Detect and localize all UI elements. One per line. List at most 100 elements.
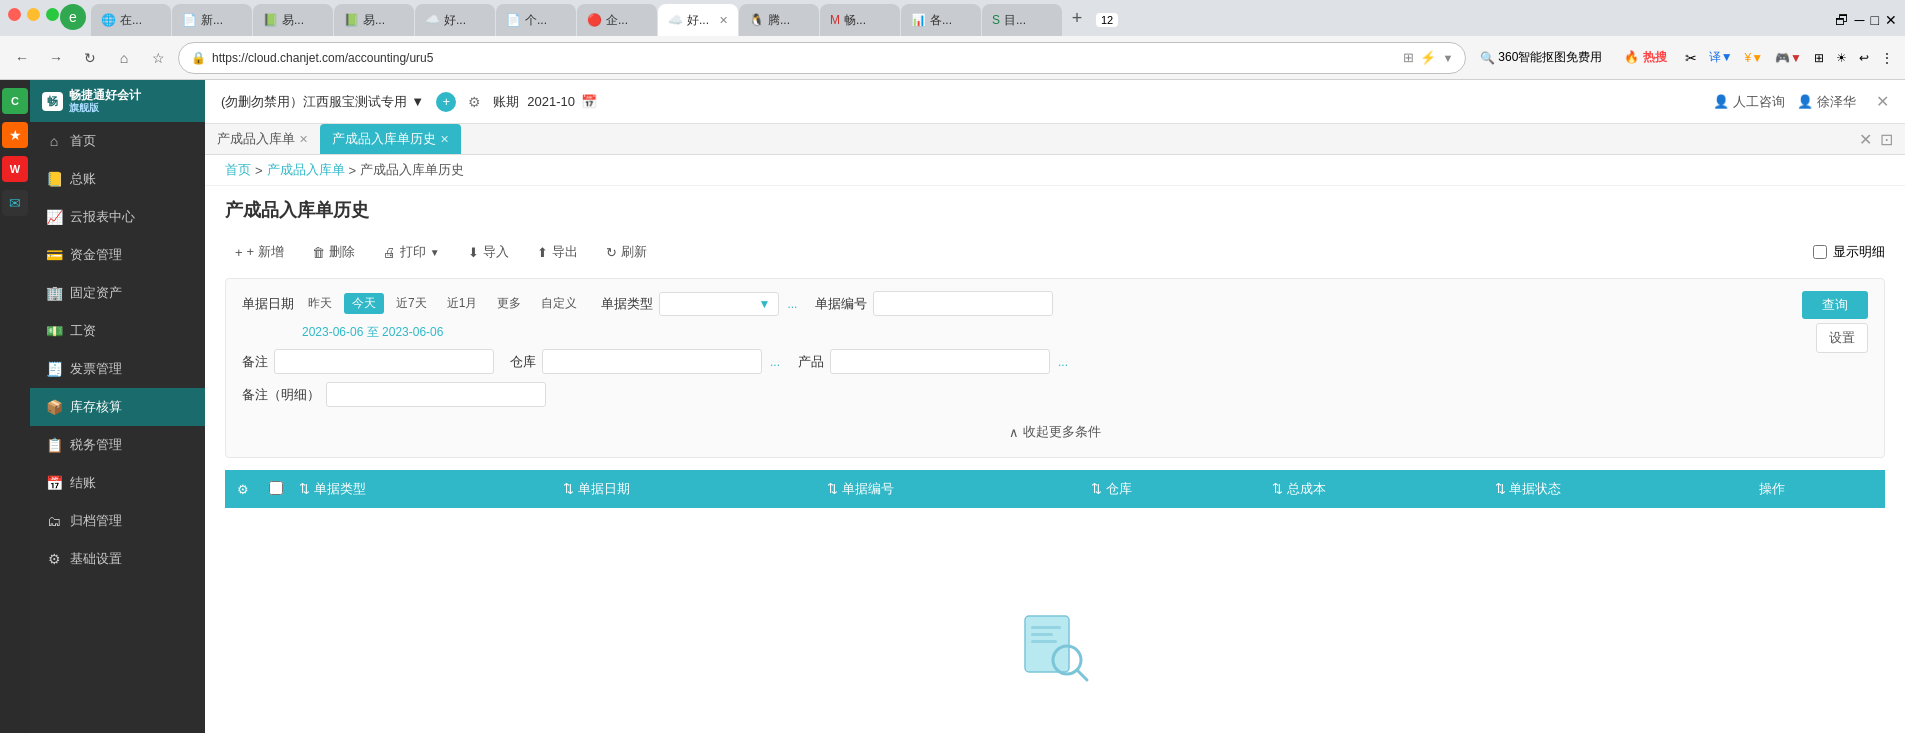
- select-all-checkbox[interactable]: [269, 481, 283, 495]
- export-button[interactable]: ⬆ 导出: [527, 238, 588, 266]
- panel-close-button[interactable]: ✕: [1876, 92, 1889, 111]
- browser-tab-10[interactable]: M 畅...: [820, 4, 900, 36]
- breadcrumb-home[interactable]: 首页: [225, 161, 251, 179]
- sidebar-item-settings[interactable]: ⚙ 基础设置: [30, 540, 205, 578]
- browser-tab-9[interactable]: 🐧 腾...: [739, 4, 819, 36]
- browser-tab-2[interactable]: 📄 新...: [172, 4, 252, 36]
- th-checkbox-col[interactable]: [261, 470, 291, 508]
- th-date[interactable]: ⇅ 单据日期: [555, 470, 819, 508]
- show-fields-checkbox[interactable]: [1813, 245, 1827, 259]
- breadcrumb-list[interactable]: 产成品入库单: [267, 161, 345, 179]
- company-selector[interactable]: (勿删勿禁用）江西服宝测试专用 ▼: [221, 93, 424, 111]
- bookmark-button[interactable]: ☆: [144, 44, 172, 72]
- yesterday-btn[interactable]: 昨天: [300, 293, 340, 314]
- th-warehouse[interactable]: ⇅ 仓库: [1083, 470, 1264, 508]
- warehouse-filter-input[interactable]: [542, 349, 762, 374]
- dropdown-icon[interactable]: ▼: [1442, 52, 1453, 64]
- delete-button[interactable]: 🗑 删除: [302, 238, 365, 266]
- browser-tab-11[interactable]: 📊 各...: [901, 4, 981, 36]
- maximize-icon[interactable]: □: [1871, 12, 1879, 28]
- tab8-close[interactable]: ✕: [719, 14, 728, 27]
- window-close-btn[interactable]: [8, 8, 21, 21]
- minimize-icon[interactable]: ─: [1855, 12, 1865, 28]
- sidebar-item-cloud-report[interactable]: 📈 云报表中心: [30, 198, 205, 236]
- week-btn[interactable]: 近7天: [388, 293, 435, 314]
- browser-tab-3[interactable]: 📗 易...: [253, 4, 333, 36]
- browser-tab-7[interactable]: 🔴 企...: [577, 4, 657, 36]
- month-btn[interactable]: 近1月: [439, 293, 486, 314]
- window-minimize-btn[interactable]: [27, 8, 40, 21]
- search-toolbar[interactable]: 🔍 360智能抠图免费用: [1472, 45, 1610, 70]
- sidebar-item-closing[interactable]: 📅 结账: [30, 464, 205, 502]
- page-tab-history[interactable]: 产成品入库单历史 ✕: [320, 124, 461, 154]
- game-icon[interactable]: 🎮▼: [1771, 47, 1806, 69]
- scissors-icon[interactable]: ✂: [1681, 46, 1701, 70]
- star-icon-btn[interactable]: ★: [2, 122, 28, 148]
- restore-icon[interactable]: 🗗: [1835, 12, 1849, 28]
- import-button[interactable]: ⬇ 导入: [458, 238, 519, 266]
- browser-tab-1[interactable]: 🌐 在...: [91, 4, 171, 36]
- sidebar-item-inventory[interactable]: 📦 库存核算: [30, 388, 205, 426]
- chanjet-icon[interactable]: C: [2, 88, 28, 114]
- number-filter-input[interactable]: [873, 291, 1053, 316]
- query-button[interactable]: 查询: [1802, 291, 1868, 319]
- type-dots-btn[interactable]: ...: [785, 295, 799, 313]
- tab-list-close[interactable]: ✕: [299, 133, 308, 146]
- product-dots-btn[interactable]: ...: [1056, 353, 1070, 371]
- detail-notes-filter-input[interactable]: [326, 382, 546, 407]
- browser-tab-5[interactable]: ☁️ 好...: [415, 4, 495, 36]
- overflow-icon[interactable]: ⋮: [1877, 47, 1897, 69]
- th-settings[interactable]: ⚙: [225, 470, 261, 508]
- sidebar-item-fund[interactable]: 💳 资金管理: [30, 236, 205, 274]
- browser-tab-12[interactable]: S 目...: [982, 4, 1062, 36]
- back-button[interactable]: ←: [8, 44, 36, 72]
- th-status[interactable]: ⇅ 单据状态: [1487, 470, 1751, 508]
- page-tab-list[interactable]: 产成品入库单 ✕: [205, 124, 320, 154]
- sidebar-item-fixed-assets[interactable]: 🏢 固定资产: [30, 274, 205, 312]
- weibo-icon-btn[interactable]: W: [2, 156, 28, 182]
- browser-tab-6[interactable]: 📄 个...: [496, 4, 576, 36]
- type-filter-select[interactable]: ▼: [659, 292, 779, 316]
- sidebar-item-payroll[interactable]: 💵 工资: [30, 312, 205, 350]
- new-tab-button[interactable]: +: [1063, 4, 1091, 32]
- window-maximize-btn[interactable]: [46, 8, 59, 21]
- product-filter-input[interactable]: [830, 349, 1050, 374]
- grid2-icon[interactable]: ⊞: [1810, 47, 1828, 69]
- collapse-button[interactable]: ∧ 收起更多条件: [1001, 419, 1109, 445]
- undo-icon[interactable]: ↩: [1855, 47, 1873, 69]
- tab-history-close[interactable]: ✕: [440, 133, 449, 146]
- yuan-icon[interactable]: ¥▼: [1741, 47, 1768, 69]
- refresh-button[interactable]: ↻: [76, 44, 104, 72]
- sun-icon[interactable]: ☀: [1832, 47, 1851, 69]
- more-btn[interactable]: 更多: [489, 293, 529, 314]
- sidebar-item-archive[interactable]: 🗂 归档管理: [30, 502, 205, 540]
- sidebar-item-general-ledger[interactable]: 📒 总账: [30, 160, 205, 198]
- settings-gear-icon[interactable]: ⚙: [468, 94, 481, 110]
- settings-button-filter[interactable]: 设置: [1816, 323, 1868, 353]
- user-button[interactable]: 👤 徐泽华: [1797, 93, 1856, 111]
- th-type[interactable]: ⇅ 单据类型: [291, 470, 555, 508]
- panel-close-x[interactable]: ✕: [1859, 130, 1872, 149]
- th-number[interactable]: ⇅ 单据编号: [819, 470, 1083, 508]
- forward-button[interactable]: →: [42, 44, 70, 72]
- close-icon[interactable]: ✕: [1885, 12, 1897, 28]
- print-button[interactable]: 🖨 打印 ▼: [373, 238, 450, 266]
- notes-filter-input[interactable]: [274, 349, 494, 374]
- today-btn[interactable]: 今天: [344, 293, 384, 314]
- address-bar[interactable]: 🔒 https://cloud.chanjet.com/accounting/u…: [178, 42, 1466, 74]
- new-button[interactable]: + + 新增: [225, 238, 294, 266]
- sidebar-item-home[interactable]: ⌂ 首页: [30, 122, 205, 160]
- consult-button[interactable]: 👤 人工咨询: [1713, 93, 1785, 111]
- calendar-icon[interactable]: 📅: [581, 94, 597, 109]
- sidebar-item-tax[interactable]: 📋 税务管理: [30, 426, 205, 464]
- translate-icon[interactable]: 译▼: [1705, 45, 1737, 70]
- browser-tab-8[interactable]: ☁️ 好... ✕: [658, 4, 738, 36]
- th-total-cost[interactable]: ⇅ 总成本: [1264, 470, 1487, 508]
- hot-search-btn[interactable]: 🔥 热搜: [1616, 45, 1674, 70]
- custom-btn[interactable]: 自定义: [533, 293, 585, 314]
- add-company-button[interactable]: +: [436, 92, 456, 112]
- home-button[interactable]: ⌂: [110, 44, 138, 72]
- warehouse-dots-btn[interactable]: ...: [768, 353, 782, 371]
- refresh-button-toolbar[interactable]: ↻ 刷新: [596, 238, 657, 266]
- browser-tab-4[interactable]: 📗 易...: [334, 4, 414, 36]
